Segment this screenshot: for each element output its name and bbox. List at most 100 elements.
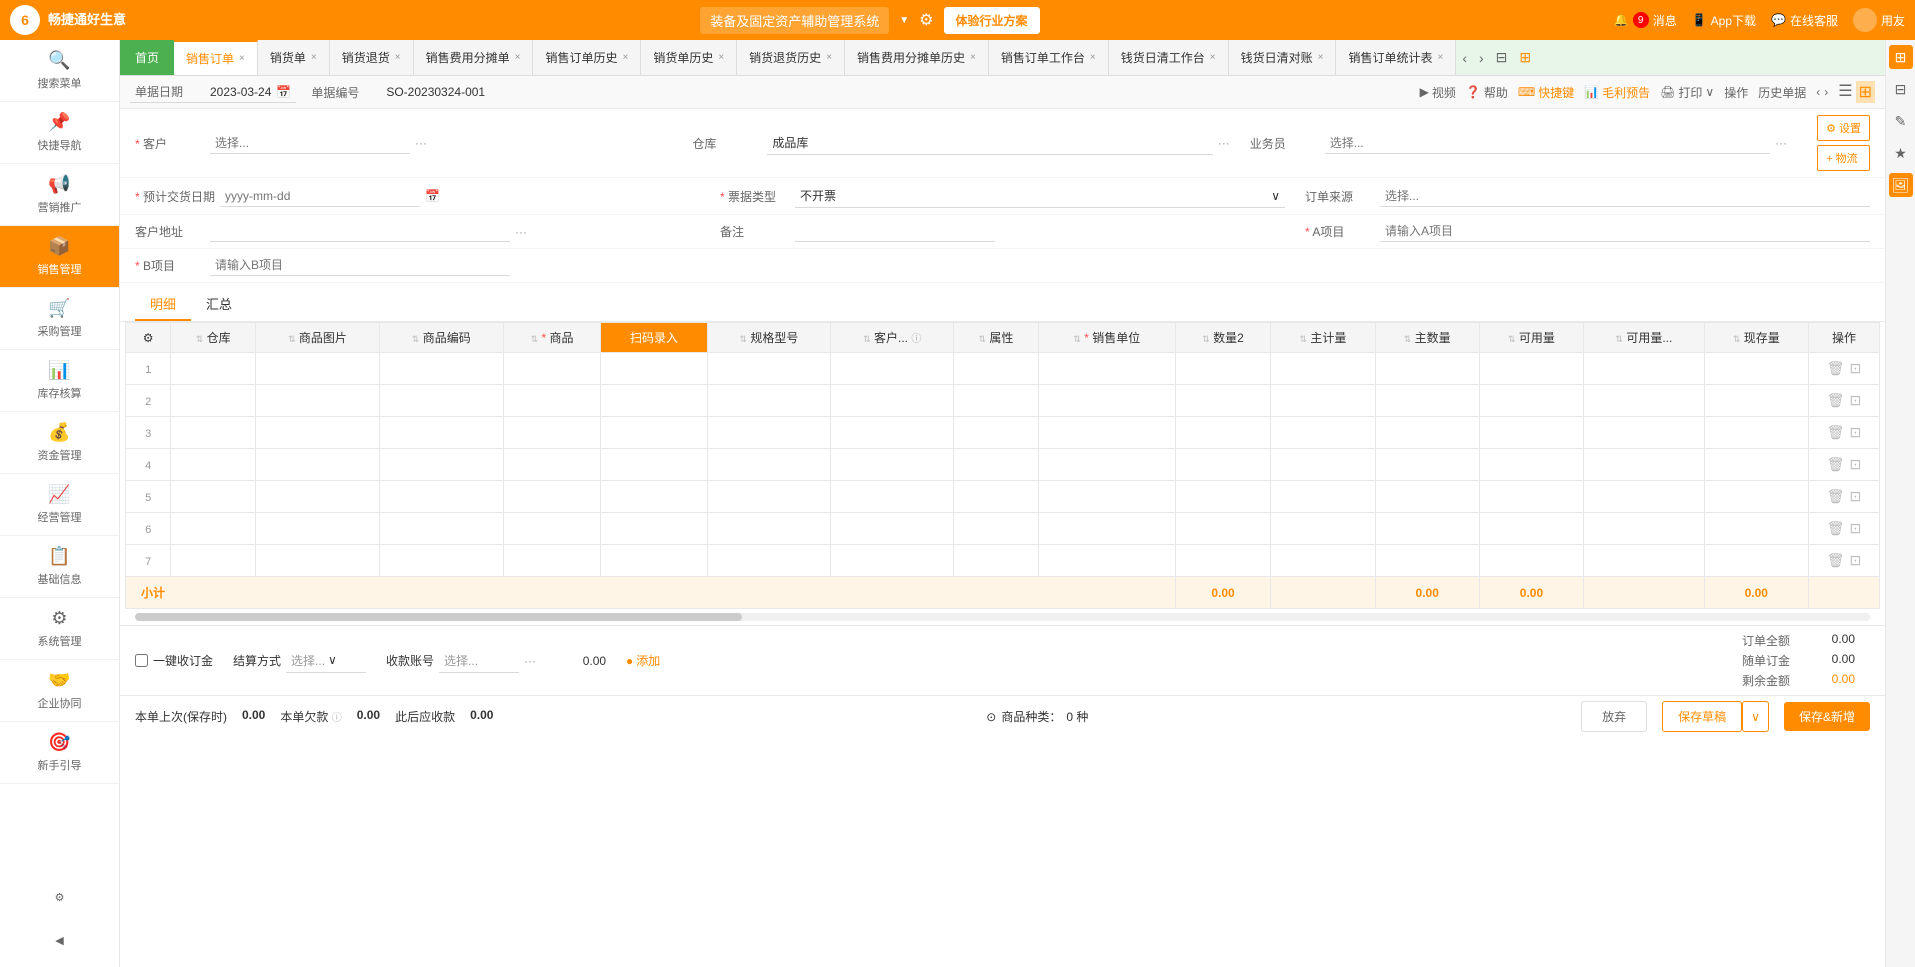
tab-next-btn[interactable]: ›	[1473, 40, 1490, 75]
customer-code-cell[interactable]	[831, 353, 954, 385]
tab-close-icon[interactable]: ×	[622, 52, 628, 63]
tab-order-workbench[interactable]: 销售订单工作台 ×	[989, 40, 1109, 75]
delete-icon[interactable]: 🗑	[1827, 392, 1845, 409]
delete-icon[interactable]: 🗑	[1827, 520, 1845, 537]
app-download-item[interactable]: 📱 App下载	[1692, 12, 1756, 29]
tab-close-icon[interactable]: ×	[395, 52, 401, 63]
payment-method-select[interactable]: 选择... ∨	[286, 649, 366, 673]
col-main-qty[interactable]: ⇅ 主数量	[1375, 323, 1479, 353]
customer-more-btn[interactable]: ···	[415, 136, 427, 150]
sidebar-item-basic-info[interactable]: 📋 基础信息	[0, 536, 119, 598]
notification-item[interactable]: 🔔 9 消息	[1614, 12, 1677, 29]
horizontal-scrollbar[interactable]	[120, 609, 1885, 625]
list-view-icon[interactable]: ☰	[1838, 81, 1852, 103]
profit-btn[interactable]: 📊 毛利预告	[1584, 84, 1650, 101]
col-product[interactable]: ⇅ * 商品	[503, 323, 601, 353]
tab-close-icon[interactable]: ×	[718, 52, 724, 63]
sidebar-item-marketing[interactable]: 📢 营销推广	[0, 164, 119, 226]
delete-icon[interactable]: 🗑	[1827, 456, 1845, 473]
tab-prev-btn[interactable]: ‹	[1456, 40, 1473, 75]
qty2-cell[interactable]	[1175, 353, 1271, 385]
sidebar-collapse-btn[interactable]: ◀	[50, 924, 68, 957]
right-icon-image[interactable]: 🖼	[1889, 173, 1913, 197]
tab-sales-order-history[interactable]: 销售订单历史 ×	[533, 40, 641, 75]
right-icon-edit[interactable]: ✎	[1889, 109, 1913, 133]
spec-cell[interactable]	[707, 353, 831, 385]
copy-icon[interactable]: ⊡	[1849, 520, 1861, 537]
product-cell[interactable]	[503, 353, 601, 385]
attr-cell[interactable]	[954, 353, 1039, 385]
delete-icon[interactable]: 🗑	[1827, 360, 1845, 377]
discard-button[interactable]: 放弃	[1581, 701, 1647, 732]
sidebar-item-system[interactable]: ⚙ 系统管理	[0, 598, 119, 660]
main-unit-cell[interactable]	[1271, 353, 1375, 385]
save-new-button[interactable]: 保存&新增	[1784, 702, 1870, 731]
tab-close-icon[interactable]: ×	[826, 52, 832, 63]
avail2-cell[interactable]	[1584, 353, 1705, 385]
customer-addr-input[interactable]	[210, 221, 510, 242]
settings-corner-btn[interactable]: ⚙ 设置	[1817, 115, 1870, 141]
print-btn[interactable]: 🖨 打印 ∨	[1660, 84, 1714, 101]
sidebar-item-enterprise[interactable]: 🤝 企业协同	[0, 660, 119, 722]
col-product-img[interactable]: ⇅ 商品图片	[255, 323, 379, 353]
copy-icon[interactable]: ⊡	[1849, 552, 1861, 569]
tab-close-icon[interactable]: ×	[311, 52, 317, 63]
delivery-date-input[interactable]	[220, 186, 420, 207]
warehouse-cell[interactable]	[171, 353, 256, 385]
tab-close-icon[interactable]: ×	[1437, 52, 1443, 63]
delete-icon[interactable]: 🗑	[1827, 424, 1845, 441]
prev-record-btn[interactable]: ‹	[1816, 85, 1820, 99]
account-more-btn[interactable]: ···	[524, 654, 536, 668]
col-warehouse[interactable]: ⇅ 仓库	[171, 323, 256, 353]
tab-close-icon[interactable]: ×	[1090, 52, 1096, 63]
col-main-unit[interactable]: ⇅ 主计量	[1271, 323, 1375, 353]
save-draft-button[interactable]: 保存草稿	[1662, 701, 1742, 732]
tab-close-icon[interactable]: ×	[515, 52, 521, 63]
tab-daily-workbench[interactable]: 钱货日清工作台 ×	[1109, 40, 1229, 75]
col-stock[interactable]: ⇅ 现存量	[1704, 323, 1808, 353]
tab-close-icon[interactable]: ×	[239, 53, 245, 64]
order-source-input[interactable]	[1380, 186, 1870, 207]
main-qty-cell[interactable]	[1375, 353, 1479, 385]
sidebar-settings-btn[interactable]: ⚙	[50, 881, 70, 914]
tab-expand-btn[interactable]: ⊞	[1513, 40, 1537, 75]
avail-cell[interactable]	[1479, 353, 1583, 385]
col-customer-code[interactable]: ⇅ 客户... ⓘ	[831, 323, 954, 353]
calendar2-icon[interactable]: 📅	[425, 189, 440, 203]
right-icon-star[interactable]: ★	[1889, 141, 1913, 165]
copy-icon[interactable]: ⊡	[1849, 360, 1861, 377]
solution-button[interactable]: 体验行业方案	[944, 7, 1040, 34]
add-logistics-btn[interactable]: + 物流	[1817, 145, 1870, 171]
tab-close-icon[interactable]: ×	[1318, 52, 1324, 63]
tab-close-icon[interactable]: ×	[1210, 52, 1216, 63]
scrollbar-track[interactable]	[135, 613, 1870, 621]
col-unit[interactable]: ⇅ * 销售单位	[1038, 323, 1175, 353]
tab-sales-return[interactable]: 销货退货 ×	[330, 40, 414, 75]
tab-expenses-history[interactable]: 销售费用分摊单历史 ×	[845, 40, 989, 75]
help-btn[interactable]: ❓ 帮助	[1466, 84, 1508, 101]
table-settings-icon[interactable]: ⚙	[143, 331, 154, 345]
tab-return-history[interactable]: 销货退货历史 ×	[737, 40, 845, 75]
col-settings[interactable]: ⚙	[126, 323, 171, 353]
detail-tab-items[interactable]: 明细	[135, 288, 191, 321]
stock-cell[interactable]	[1704, 353, 1808, 385]
col-attr[interactable]: ⇅ 属性	[954, 323, 1039, 353]
sidebar-item-search[interactable]: 🔍 搜索菜单	[0, 40, 119, 102]
invoice-type-select[interactable]: 不开票 ∨	[795, 184, 1285, 208]
copy-icon[interactable]: ⊡	[1849, 392, 1861, 409]
tab-sales-goods[interactable]: 销货单 ×	[258, 40, 330, 75]
copy-icon[interactable]: ⊡	[1849, 456, 1861, 473]
tab-sales-expenses[interactable]: 销售费用分摊单 ×	[414, 40, 534, 75]
sidebar-item-sales[interactable]: 📦 销售管理	[0, 226, 119, 288]
code-cell[interactable]	[379, 353, 503, 385]
settings-icon[interactable]: ⚙	[919, 10, 933, 30]
tab-daily-reconcile[interactable]: 钱货日清对账 ×	[1229, 40, 1337, 75]
ops-btn[interactable]: 操作	[1724, 84, 1748, 101]
warehouse-more-btn[interactable]: ···	[1218, 136, 1230, 150]
system-dropdown-icon[interactable]: ▼	[899, 15, 909, 26]
tab-sales-order[interactable]: 销售订单 ×	[174, 40, 258, 75]
copy-icon[interactable]: ⊡	[1849, 488, 1861, 505]
addr-more-btn[interactable]: ···	[515, 225, 527, 239]
col-avail[interactable]: ⇅ 可用量	[1479, 323, 1583, 353]
tab-close-icon[interactable]: ×	[970, 52, 976, 63]
